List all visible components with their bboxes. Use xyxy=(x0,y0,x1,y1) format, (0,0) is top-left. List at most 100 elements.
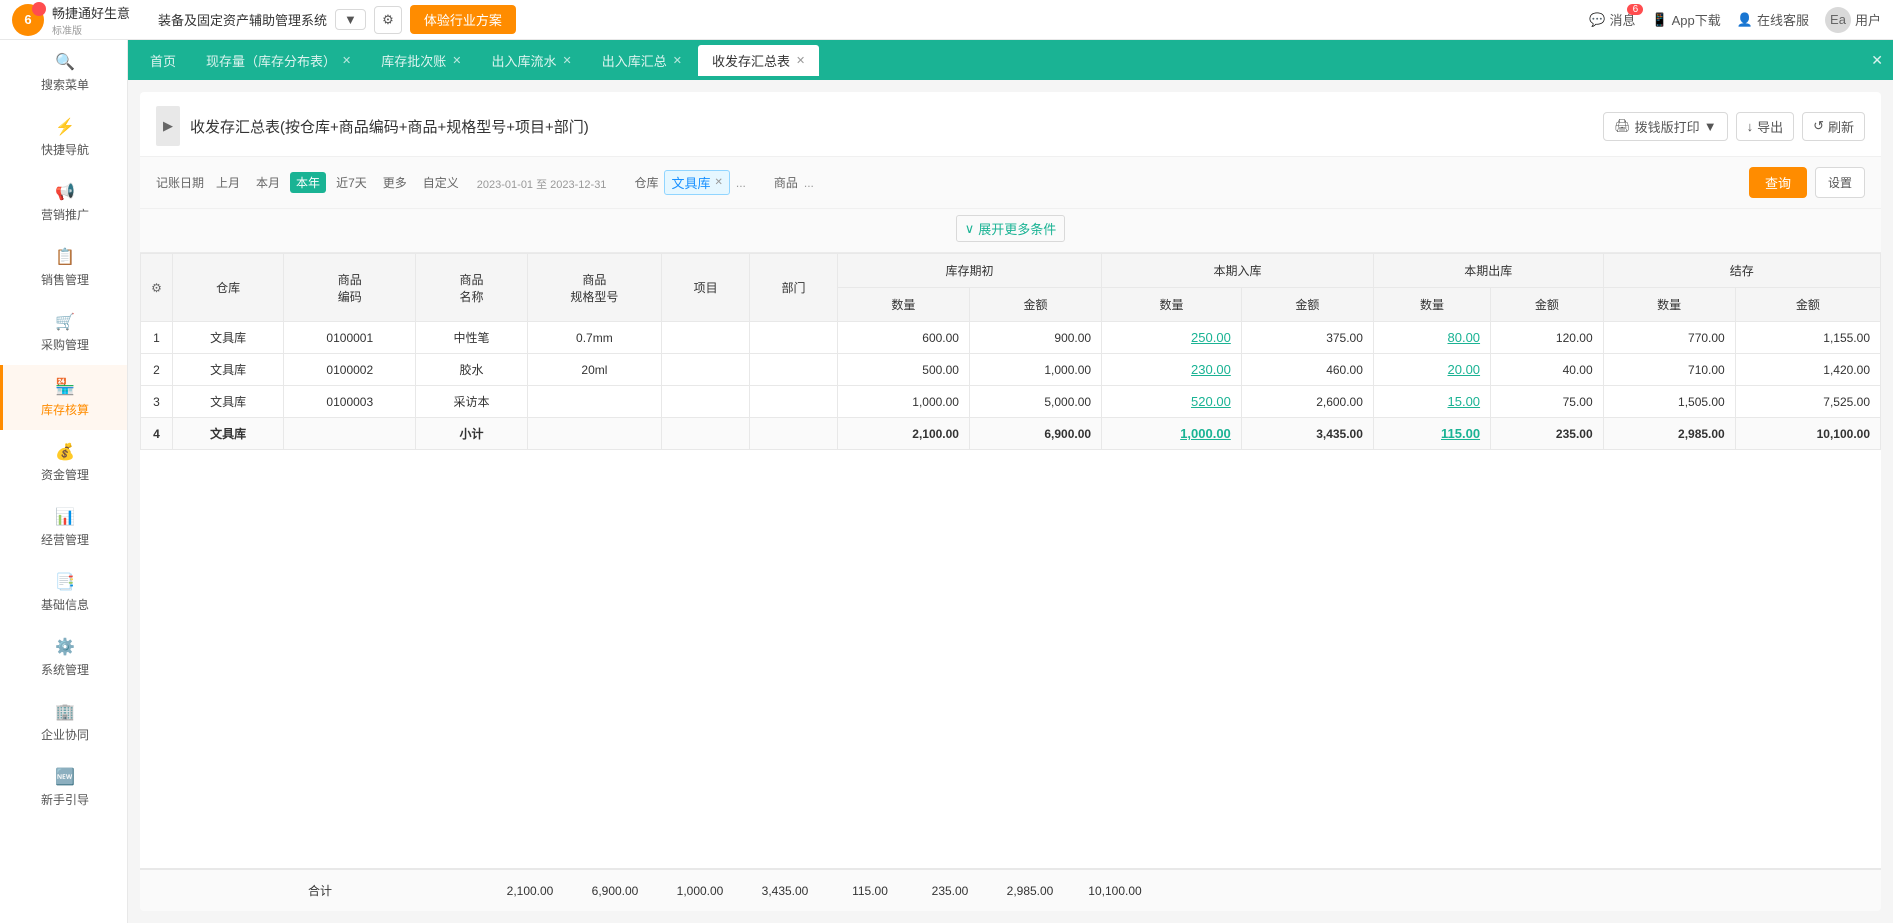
tab-stock-dist-close[interactable]: ✕ xyxy=(342,54,351,67)
sidebar-label-finance: 资金管理 xyxy=(41,466,89,483)
sidebar-item-system[interactable]: ⚙️ 系统管理 xyxy=(0,625,127,690)
cell-num: 3 xyxy=(141,386,173,418)
purchase-icon: 🛒 xyxy=(55,312,75,332)
cell-out-amt: 75.00 xyxy=(1491,386,1604,418)
sales-icon: 📋 xyxy=(55,247,75,267)
cell-dept xyxy=(750,418,838,450)
col-header-spec: 商品规格型号 xyxy=(527,254,662,322)
sidebar-item-search[interactable]: 🔍 搜索菜单 xyxy=(0,40,127,105)
warehouse-tag-remove[interactable]: ✕ xyxy=(714,177,722,188)
out-qty-link[interactable]: 20.00 xyxy=(1448,362,1481,377)
sidebar-item-quick[interactable]: ⚡ 快捷导航 xyxy=(0,105,127,170)
online-service-label: 在线客服 xyxy=(1757,10,1809,29)
date-range-display: 2023-01-01 至 2023-12-31 xyxy=(477,176,607,192)
col-header-name: 商品名称 xyxy=(416,254,527,322)
warehouse-more-button[interactable]: ... xyxy=(736,176,746,190)
tab-batch-close[interactable]: ✕ xyxy=(452,54,461,67)
footer-bal-amt: 10,100.00 xyxy=(1070,880,1160,902)
date-btn-7days[interactable]: 近7天 xyxy=(330,172,373,193)
online-service-button[interactable]: 👤 在线客服 xyxy=(1737,10,1809,29)
date-btn-last-month[interactable]: 上月 xyxy=(210,172,246,193)
in-qty-link[interactable]: 250.00 xyxy=(1191,330,1231,345)
col-header-project: 项目 xyxy=(662,254,750,322)
expand-toggle-button[interactable]: ▶ xyxy=(156,106,180,146)
sidebar-item-operation[interactable]: 📊 经营管理 xyxy=(0,495,127,560)
filter-settings-button[interactable]: 设置 xyxy=(1815,167,1865,198)
cell-in-amt: 3,435.00 xyxy=(1241,418,1373,450)
tab-home[interactable]: 首页 xyxy=(136,45,190,76)
cell-num: 2 xyxy=(141,354,173,386)
cell-open-amt: 900.00 xyxy=(969,322,1101,354)
sidebar-item-guide[interactable]: 🆕 新手引导 xyxy=(0,755,127,820)
tab-batch[interactable]: 库存批次账 ✕ xyxy=(367,45,475,76)
sidebar-label-quick: 快捷导航 xyxy=(41,141,89,158)
cell-dept xyxy=(750,322,838,354)
cell-code: 0100003 xyxy=(284,386,416,418)
tab-recv-send-close[interactable]: ✕ xyxy=(796,54,805,67)
footer-out-amt: 235.00 xyxy=(910,880,990,902)
date-btn-custom[interactable]: 自定义 xyxy=(417,172,465,193)
tab-stock-dist-label: 现存量（库存分布表） xyxy=(206,51,336,70)
col-header-settings[interactable]: ⚙ xyxy=(141,254,173,322)
print-button[interactable]: 🖨 拨钱版打印 ▼ xyxy=(1603,112,1727,141)
cell-bal-amt: 1,155.00 xyxy=(1735,322,1880,354)
cell-num: 1 xyxy=(141,322,173,354)
try-button[interactable]: 体验行业方案 xyxy=(410,5,516,34)
tab-flow[interactable]: 出入库流水 ✕ xyxy=(477,45,585,76)
cell-project xyxy=(662,322,750,354)
sidebar-item-sales[interactable]: 📋 销售管理 xyxy=(0,235,127,300)
out-qty-link[interactable]: 80.00 xyxy=(1448,330,1481,345)
sidebar-item-marketing[interactable]: 📢 营销推广 xyxy=(0,170,127,235)
refresh-icon: ↺ xyxy=(1813,118,1824,134)
sidebar-item-finance[interactable]: 💰 资金管理 xyxy=(0,430,127,495)
cell-out-qty: 20.00 xyxy=(1373,354,1490,386)
cell-project xyxy=(662,354,750,386)
tab-summary-close[interactable]: ✕ xyxy=(673,54,682,67)
tab-recv-send[interactable]: 收发存汇总表 ✕ xyxy=(698,45,819,76)
sidebar-item-purchase[interactable]: 🛒 采购管理 xyxy=(0,300,127,365)
out-qty-link[interactable]: 15.00 xyxy=(1448,394,1481,409)
sidebar-item-basic[interactable]: 📑 基础信息 xyxy=(0,560,127,625)
data-table: ⚙ 仓库 商品编码 商品名称 商品规格型号 项目 部门 库存期初 本期入库 本期… xyxy=(140,253,1881,450)
sidebar-label-system: 系统管理 xyxy=(41,661,89,678)
export-button[interactable]: ↓ 导出 xyxy=(1736,112,1795,141)
page-actions: 🖨 拨钱版打印 ▼ ↓ 导出 ↺ 刷新 xyxy=(1603,112,1865,141)
system-dropdown[interactable]: ▼ xyxy=(335,9,366,30)
logo-badge xyxy=(32,2,46,16)
cell-open-amt: 6,900.00 xyxy=(969,418,1101,450)
tab-stock-dist[interactable]: 现存量（库存分布表） ✕ xyxy=(192,45,365,76)
data-table-wrapper: ⚙ 仓库 商品编码 商品名称 商品规格型号 项目 部门 库存期初 本期入库 本期… xyxy=(140,253,1881,868)
tab-summary[interactable]: 出入库汇总 ✕ xyxy=(588,45,696,76)
message-badge: 6 xyxy=(1627,4,1643,15)
in-qty-link[interactable]: 230.00 xyxy=(1191,362,1231,377)
date-btn-more[interactable]: 更多 xyxy=(377,172,413,193)
refresh-button[interactable]: ↺ 刷新 xyxy=(1802,112,1865,141)
sidebar-label-basic: 基础信息 xyxy=(41,596,89,613)
tab-flow-close[interactable]: ✕ xyxy=(563,54,572,67)
col-header-warehouse: 仓库 xyxy=(173,254,284,322)
avatar: Ea xyxy=(1825,7,1851,33)
cell-in-amt: 460.00 xyxy=(1241,354,1373,386)
col-header-out-qty: 数量 xyxy=(1373,288,1490,322)
in-qty-link[interactable]: 1,000.00 xyxy=(1180,426,1231,441)
in-qty-link[interactable]: 520.00 xyxy=(1191,394,1231,409)
sidebar-item-inventory[interactable]: 🏪 库存核算 xyxy=(0,365,127,430)
date-btn-this-month[interactable]: 本月 xyxy=(250,172,286,193)
cell-bal-qty: 1,505.00 xyxy=(1603,386,1735,418)
sidebar-item-enterprise[interactable]: 🏢 企业协同 xyxy=(0,690,127,755)
expand-conditions-button[interactable]: ∨ 展开更多条件 xyxy=(956,215,1066,242)
search-icon: 🔍 xyxy=(55,52,75,72)
goods-more-button[interactable]: ... xyxy=(804,176,814,190)
out-qty-link[interactable]: 115.00 xyxy=(1441,426,1480,441)
cell-warehouse: 文具库 xyxy=(173,354,284,386)
query-button[interactable]: 查询 xyxy=(1749,167,1807,198)
close-all-tabs-button[interactable]: ✕ xyxy=(1871,52,1883,69)
col-header-in: 本期入库 xyxy=(1102,254,1374,288)
app-download-button[interactable]: 📱 App下载 xyxy=(1651,10,1720,29)
user-menu-button[interactable]: Ea 用户 xyxy=(1825,7,1881,33)
date-filter-section: 记账日期 上月 本月 本年 近7天 更多 自定义 xyxy=(156,172,465,193)
message-button[interactable]: 💬 消息 6 xyxy=(1589,10,1635,29)
settings-gear-button[interactable]: ⚙ xyxy=(374,6,402,34)
date-btn-this-year[interactable]: 本年 xyxy=(290,172,326,193)
system-icon: ⚙️ xyxy=(55,637,75,657)
